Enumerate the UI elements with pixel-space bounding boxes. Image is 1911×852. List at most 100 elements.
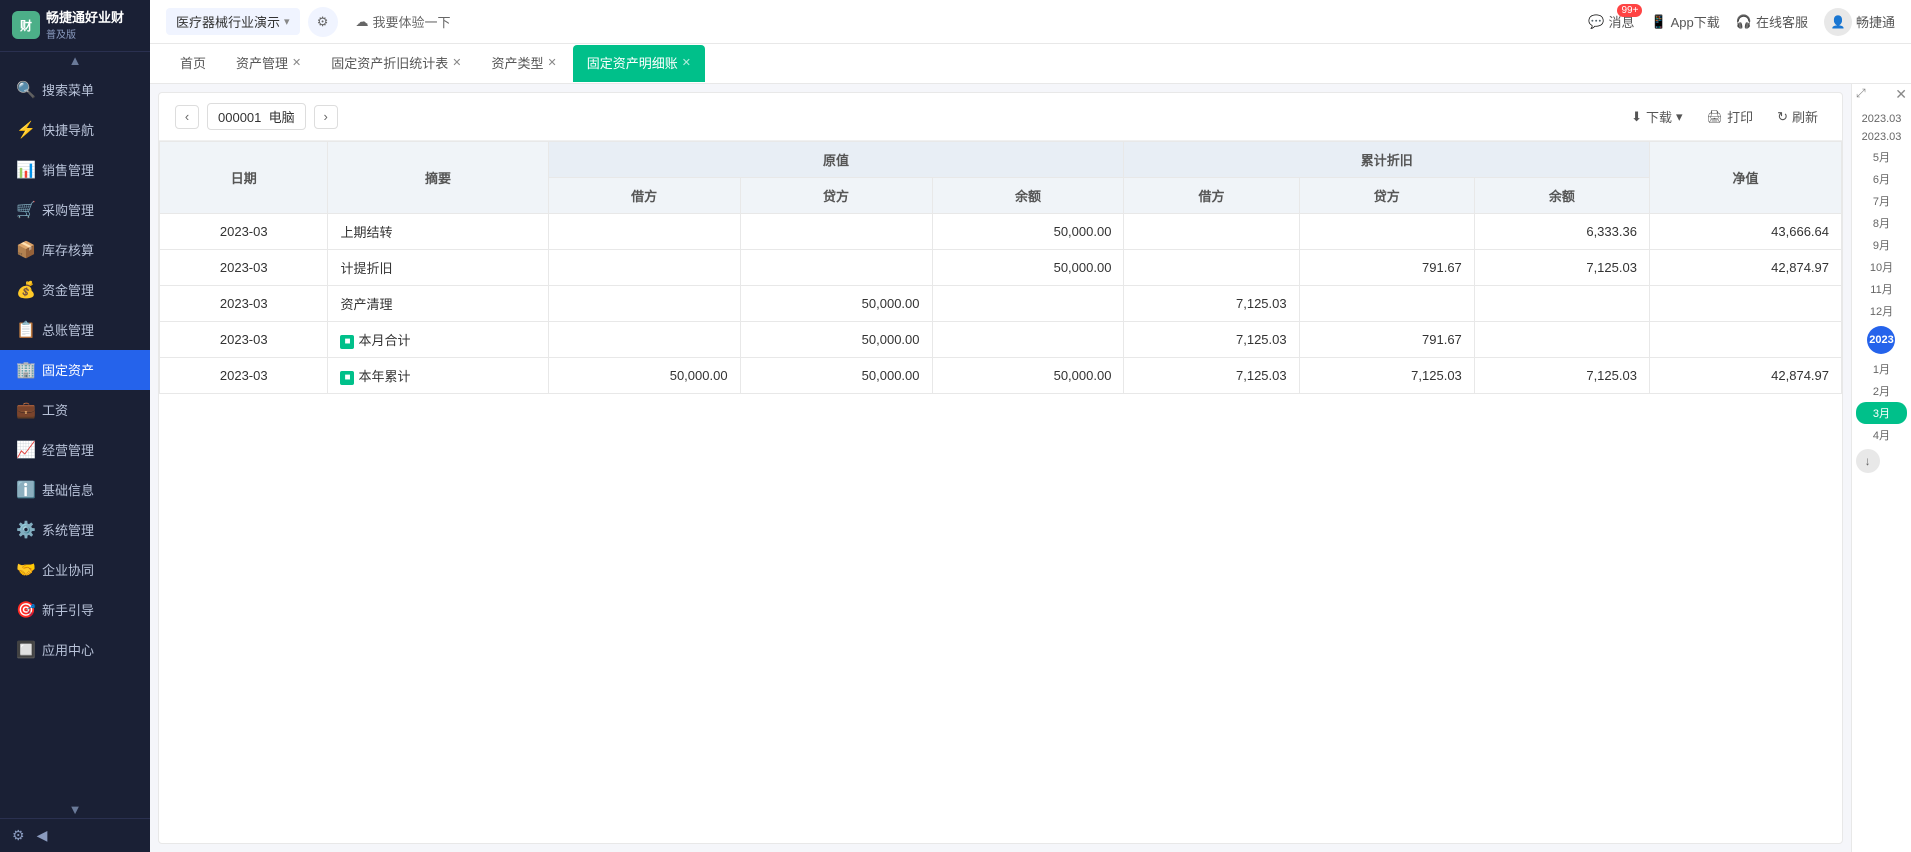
sidebar-label-inventory: 库存核算	[42, 240, 94, 259]
sidebar-item-finance[interactable]: 💰 资金管理	[0, 270, 150, 310]
timeline-nav-down[interactable]: ↓	[1856, 449, 1880, 473]
cell-accum-credit	[1299, 214, 1474, 250]
year-badge-2023[interactable]: 2023	[1867, 326, 1895, 354]
sidebar-item-fixed-assets[interactable]: 🏢 固定资产	[0, 350, 150, 390]
next-asset-btn[interactable]: ›	[314, 105, 338, 129]
cell-accum-debit: 7,125.03	[1124, 322, 1299, 358]
tab-home-label: 首页	[180, 53, 206, 72]
tab-home[interactable]: 首页	[166, 45, 220, 82]
timeline-entry-6[interactable]: 6月	[1856, 168, 1908, 190]
asset-nav-actions: ⬇ 下载 ▾ 🖨 打印 ↻ 刷新	[1623, 103, 1826, 130]
sidebar-scroll-up[interactable]: ▲	[0, 52, 150, 70]
sidebar-item-search[interactable]: 🔍 搜索菜单	[0, 70, 150, 110]
cell-accum-debit	[1124, 214, 1299, 250]
timeline-expand-btn[interactable]: ⤢	[1856, 86, 1866, 101]
sidebar-item-enterprise[interactable]: 🤝 企业协同	[0, 550, 150, 590]
timeline-entry-11[interactable]: 11月	[1856, 278, 1908, 300]
tab-close-depreciation-stats[interactable]: ✕	[452, 56, 461, 69]
cell-orig-credit: 50,000.00	[740, 322, 932, 358]
dropdown-chevron-icon: ▾	[1676, 109, 1683, 125]
sidebar: 财 畅捷通好业财 普及版 ▲ 🔍 搜索菜单 ⚡ 快捷导航 📊 销售管理 🛒 采购…	[0, 0, 150, 852]
cell-net-value: 43,666.64	[1649, 214, 1841, 250]
cell-accum-debit: 7,125.03	[1124, 358, 1299, 394]
timeline-entry-9[interactable]: 9月	[1856, 234, 1908, 256]
left-chevron-icon: ‹	[185, 109, 189, 124]
inventory-icon: 📦	[16, 240, 34, 260]
prev-asset-btn[interactable]: ‹	[175, 105, 199, 129]
sidebar-item-app-center[interactable]: 🔲 应用中心	[0, 630, 150, 670]
sidebar-item-guide[interactable]: 🎯 新手引导	[0, 590, 150, 630]
cell-net-value: 42,874.97	[1649, 358, 1841, 394]
timeline-entry-3-active[interactable]: 3月	[1856, 402, 1908, 424]
chevron-down-icon: ▾	[284, 15, 290, 28]
tab-asset-management[interactable]: 资产管理 ✕	[222, 45, 315, 82]
col-net-value: 净值	[1649, 142, 1841, 214]
app-subtitle: 普及版	[46, 26, 124, 41]
sidebar-item-operations[interactable]: 📈 经营管理	[0, 430, 150, 470]
collapse-btn[interactable]: ◀	[37, 827, 48, 844]
print-btn[interactable]: 🖨 打印	[1699, 103, 1762, 130]
tab-depreciation-stats[interactable]: 固定资产折旧统计表 ✕	[317, 45, 475, 82]
timeline-entry-12[interactable]: 12月	[1856, 300, 1908, 322]
print-label: 打印	[1727, 107, 1753, 126]
sidebar-item-ledger[interactable]: 📋 总账管理	[0, 310, 150, 350]
tab-asset-detail-ledger[interactable]: 固定资产明细账 ✕	[573, 45, 705, 82]
sidebar-item-basic-info[interactable]: ℹ️ 基础信息	[0, 470, 150, 510]
sidebar-item-system[interactable]: ⚙️ 系统管理	[0, 510, 150, 550]
timeline-entry-8[interactable]: 8月	[1856, 212, 1908, 234]
timeline-entry-10[interactable]: 10月	[1856, 256, 1908, 278]
sidebar-label-guide: 新手引导	[42, 600, 94, 619]
enterprise-icon: 🤝	[16, 560, 34, 580]
download-btn[interactable]: ⬇ 下载 ▾	[1623, 103, 1690, 130]
print-icon: 🖨	[1707, 109, 1724, 125]
timeline-entry-2023-03-top[interactable]: 2023.03	[1856, 110, 1908, 128]
sidebar-item-purchase[interactable]: 🛒 采购管理	[0, 190, 150, 230]
message-btn[interactable]: 💬 消息 99+	[1588, 12, 1634, 31]
cell-orig-balance	[932, 322, 1124, 358]
timeline-entry-2[interactable]: 2月	[1856, 380, 1908, 402]
timeline-entry-2023-03-2[interactable]: 2023.03	[1856, 128, 1908, 146]
sidebar-item-sales[interactable]: 📊 销售管理	[0, 150, 150, 190]
timeline-entry-4[interactable]: 4月	[1856, 424, 1908, 446]
company-selector[interactable]: 医疗器械行业演示 ▾	[166, 8, 300, 35]
sidebar-item-payroll[interactable]: 💼 工资	[0, 390, 150, 430]
online-service-btn[interactable]: 🎧 在线客服	[1736, 12, 1808, 31]
sales-icon: 📊	[16, 160, 34, 180]
sidebar-item-quick-nav[interactable]: ⚡ 快捷导航	[0, 110, 150, 150]
try-experience-btn[interactable]: ☁ 我要体验一下	[346, 8, 461, 35]
cell-date: 2023-03	[160, 214, 328, 250]
tab-asset-type[interactable]: 资产类型 ✕	[477, 45, 570, 82]
main-content: 医疗器械行业演示 ▾ ⚙ ☁ 我要体验一下 💬 消息 99+ 📱 App下载 🎧…	[150, 0, 1911, 852]
timeline-entry-5[interactable]: 5月	[1856, 146, 1908, 168]
tab-close-asset-detail-ledger[interactable]: ✕	[682, 56, 691, 69]
online-service-label: 在线客服	[1756, 12, 1808, 31]
timeline-content: 2023.03 2023.03 5月 6月 7月 8月 9月 10月 11月 1…	[1856, 110, 1908, 476]
refresh-label: 刷新	[1792, 107, 1818, 126]
tab-close-asset-management[interactable]: ✕	[292, 56, 301, 69]
cell-orig-credit	[740, 214, 932, 250]
table-row: 2023-03 资产清理 50,000.00 7,125.03	[160, 286, 1842, 322]
header-settings-btn[interactable]: ⚙	[308, 7, 338, 37]
sidebar-label-ledger: 总账管理	[42, 320, 94, 339]
download-icon: ⬇	[1631, 109, 1642, 125]
try-text: 我要体验一下	[373, 12, 451, 31]
summary-icon: ■	[340, 335, 354, 349]
cell-orig-debit	[548, 250, 740, 286]
sidebar-label-enterprise: 企业协同	[42, 560, 94, 579]
sidebar-scroll-down[interactable]: ▼	[0, 800, 150, 818]
refresh-btn[interactable]: ↻ 刷新	[1769, 103, 1826, 130]
timeline-entry-7[interactable]: 7月	[1856, 190, 1908, 212]
cell-accum-balance	[1474, 286, 1649, 322]
settings-btn[interactable]: ⚙	[12, 827, 25, 844]
user-profile-btn[interactable]: 👤 畅捷通	[1824, 8, 1895, 36]
timeline-entry-1[interactable]: 1月	[1856, 358, 1908, 380]
app-download-btn[interactable]: 📱 App下载	[1650, 12, 1719, 31]
timeline-panel: ✕ ⤢ 2023.03 2023.03 5月 6月 7月 8月 9月 10月 1…	[1851, 84, 1911, 852]
cell-accum-credit: 7,125.03	[1299, 358, 1474, 394]
sidebar-item-inventory[interactable]: 📦 库存核算	[0, 230, 150, 270]
sidebar-nav: 🔍 搜索菜单 ⚡ 快捷导航 📊 销售管理 🛒 采购管理 📦 库存核算 💰 资金管…	[0, 70, 150, 800]
timeline-close-btn[interactable]: ✕	[1895, 86, 1907, 103]
tab-close-asset-type[interactable]: ✕	[548, 56, 557, 69]
app-download-label: App下载	[1671, 12, 1720, 31]
cell-accum-credit: 791.67	[1299, 250, 1474, 286]
